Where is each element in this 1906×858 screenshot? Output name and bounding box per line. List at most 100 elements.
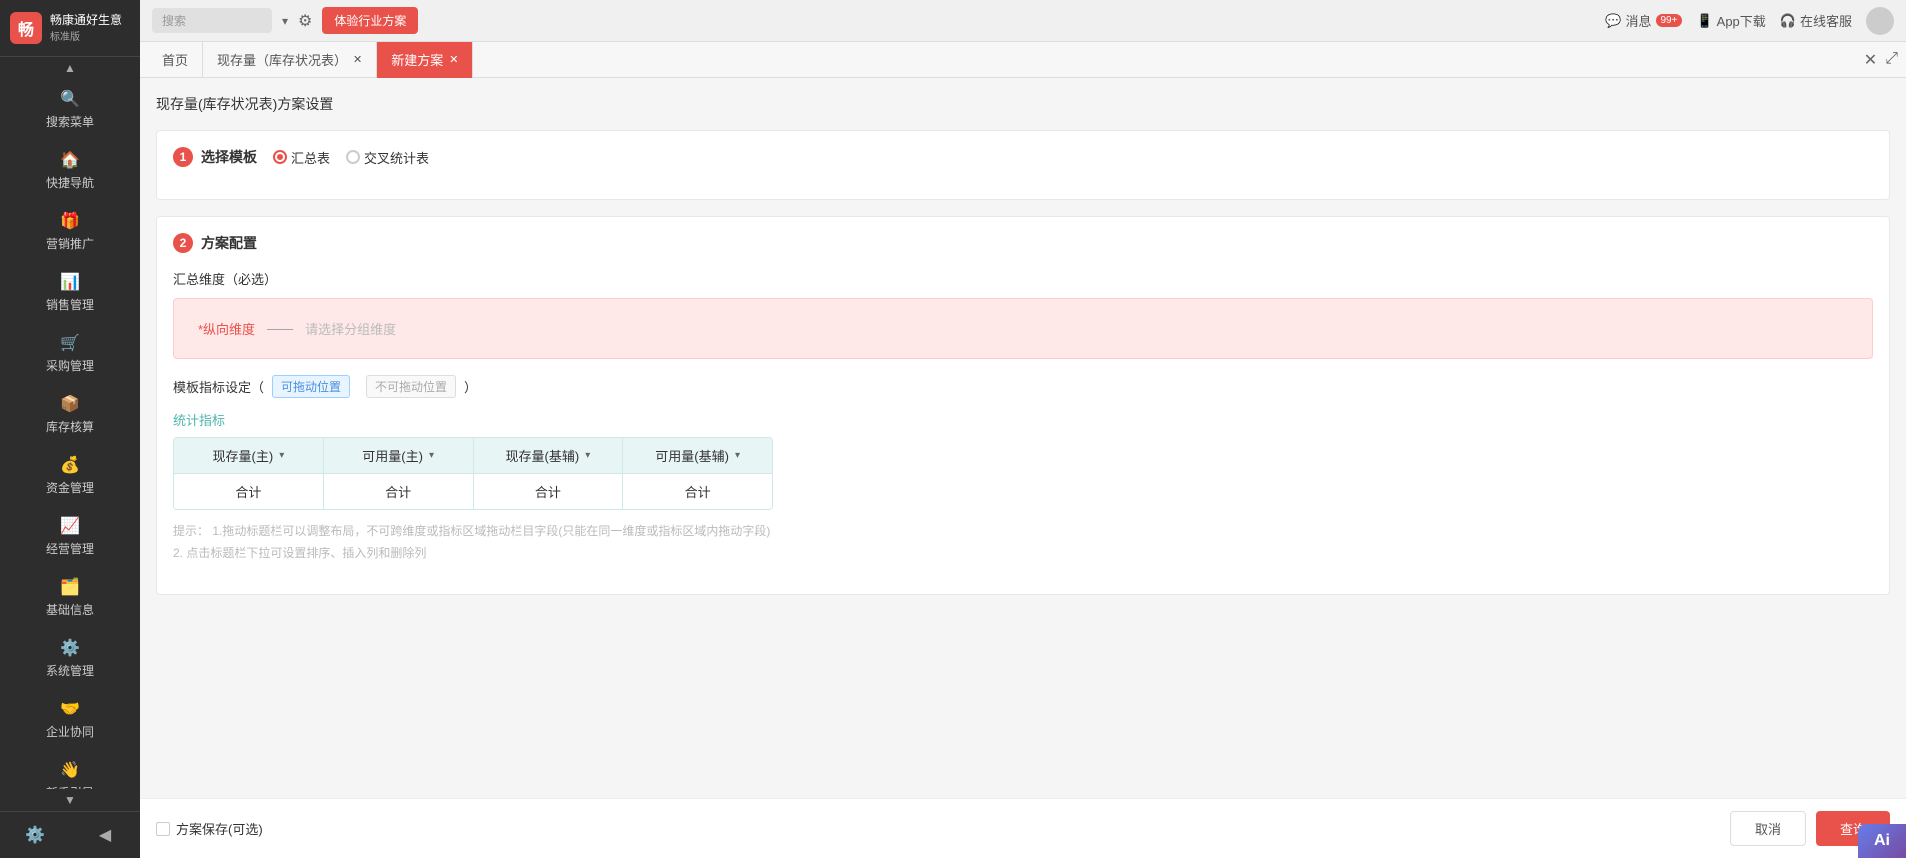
- box-icon: 📦: [60, 394, 80, 414]
- stats-col-0[interactable]: 现存量(主) ▾: [174, 438, 324, 473]
- tab-new-plan-close-icon[interactable]: ✕: [449, 53, 458, 66]
- stats-cell-0-0: 合计: [174, 474, 324, 509]
- folder-icon: 🗂️: [60, 577, 80, 597]
- sidebar-item-operations[interactable]: 📈 经营管理: [0, 506, 140, 567]
- sidebar-scroll-up[interactable]: ▲: [0, 57, 140, 79]
- stats-table: 现存量(主) ▾ 可用量(主) ▾ 现存量(基辅) ▾ 可用量(基辅): [173, 437, 773, 510]
- col-arrow-0: ▾: [279, 450, 284, 461]
- stats-title: 统计指标: [173, 410, 1873, 429]
- topbar-gear-icon[interactable]: ⚙: [298, 11, 312, 31]
- stats-cell-0-2: 合计: [474, 474, 624, 509]
- stats-col-2[interactable]: 现存量(基辅) ▾: [474, 438, 624, 473]
- save-option[interactable]: 方案保存(可选): [156, 819, 263, 838]
- sidebar-item-label: 快捷导航: [46, 174, 94, 191]
- step1-title: 选择模板: [201, 147, 257, 167]
- tab-expand-icon[interactable]: ⤢: [1885, 50, 1898, 70]
- sidebar: 畅 畅康通好生意 标准版 ▲ 🔍 搜索菜单 🏠 快捷导航 🎁 营销推广 📊 销售…: [0, 0, 140, 858]
- stats-col-3[interactable]: 可用量(基辅) ▾: [623, 438, 772, 473]
- tab-new-plan[interactable]: 新建方案 ✕: [377, 42, 473, 78]
- money-icon: 💰: [60, 455, 80, 475]
- tip-item-1: 2. 点击标题栏下拉可设置排序、插入列和删除列: [173, 544, 1873, 562]
- dimension-placeholder: 请选择分组维度: [305, 319, 396, 338]
- indicator-label-prefix: 模板指标设定（: [173, 380, 264, 395]
- app-logo-icon: 畅: [10, 12, 42, 44]
- sidebar-item-finance[interactable]: 💰 资金管理: [0, 445, 140, 506]
- topbar-dropdown[interactable]: ▾: [282, 14, 288, 28]
- sidebar-item-label: 营销推广: [46, 235, 94, 252]
- step2-header: 2 方案配置: [173, 233, 1873, 253]
- col-arrow-2: ▾: [585, 450, 590, 461]
- cancel-button[interactable]: 取消: [1730, 811, 1806, 846]
- step2-title: 方案配置: [201, 233, 257, 253]
- sidebar-item-label: 搜索菜单: [46, 113, 94, 130]
- sidebar-settings-button[interactable]: ⚙️: [20, 820, 50, 850]
- sidebar-item-label: 企业协同: [46, 723, 94, 740]
- radio-cross[interactable]: 交叉统计表: [346, 148, 429, 167]
- sidebar-item-base-info[interactable]: 🗂️ 基础信息: [0, 567, 140, 628]
- cart-icon: 🛒: [60, 333, 80, 353]
- chart-icon: 📊: [60, 272, 80, 292]
- radio-summary[interactable]: 汇总表: [273, 148, 330, 167]
- sidebar-item-label: 资金管理: [46, 479, 94, 496]
- sidebar-item-inventory[interactable]: 📦 库存核算: [0, 384, 140, 445]
- stats-cell-0-3: 合计: [623, 474, 772, 509]
- template-radio-group: 汇总表 交叉统计表: [273, 148, 429, 167]
- non-draggable-tag: 不可拖动位置: [366, 375, 456, 398]
- sidebar-item-label: 系统管理: [46, 662, 94, 679]
- home-icon: 🏠: [60, 150, 80, 170]
- sidebar-item-sales[interactable]: 📊 销售管理: [0, 262, 140, 323]
- stats-cell-0-1: 合计: [324, 474, 474, 509]
- online-service-label: 在线客服: [1800, 11, 1852, 30]
- stats-col-3-label: 可用量(基辅): [655, 446, 729, 465]
- industry-plan-button[interactable]: 体验行业方案: [322, 7, 418, 34]
- sidebar-item-label: 库存核算: [46, 418, 94, 435]
- tab-close-all-icon[interactable]: ✕: [1864, 50, 1877, 70]
- save-checkbox[interactable]: [156, 822, 170, 836]
- tab-inventory-label: 现存量（库存状况表）: [217, 50, 347, 69]
- sidebar-item-marketing[interactable]: 🎁 营销推广: [0, 201, 140, 262]
- sidebar-item-enterprise[interactable]: 🤝 企业协同: [0, 689, 140, 750]
- app-download-label: App下载: [1717, 11, 1766, 30]
- main-area: 搜索 ▾ ⚙ 体验行业方案 💬 消息 99+ 📱 App下载 🎧 在线客服: [140, 0, 1906, 858]
- stats-section: 统计指标 现存量(主) ▾ 可用量(主) ▾ 现存量(基辅): [173, 410, 1873, 510]
- dimension-section-label: 汇总维度（必选）: [173, 269, 1873, 288]
- dimension-box[interactable]: *纵向维度 —— 请选择分组维度: [173, 298, 1873, 359]
- sidebar-menu: 🔍 搜索菜单 🏠 快捷导航 🎁 营销推广 📊 销售管理 🛒 采购管理 📦 库存核…: [0, 79, 140, 789]
- sidebar-item-search[interactable]: 🔍 搜索菜单: [0, 79, 140, 140]
- step2-section: 2 方案配置 汇总维度（必选） *纵向维度 —— 请选择分组维度 模板指标设定（…: [156, 216, 1890, 595]
- sidebar-item-label: 采购管理: [46, 357, 94, 374]
- notifications-item[interactable]: 💬 消息 99+: [1605, 11, 1682, 30]
- indicator-settings-label: 模板指标设定（: [173, 377, 264, 396]
- step1-number: 1: [173, 147, 193, 167]
- bell-icon: 💬: [1605, 13, 1621, 29]
- sidebar-item-system[interactable]: ⚙️ 系统管理: [0, 628, 140, 689]
- tab-home[interactable]: 首页: [148, 42, 203, 78]
- radio-summary-label: 汇总表: [291, 148, 330, 167]
- sidebar-collapse-button[interactable]: ◀: [90, 820, 120, 850]
- tab-home-label: 首页: [162, 50, 188, 69]
- radio-cross-dot: [346, 150, 360, 164]
- sidebar-scroll-down[interactable]: ▼: [0, 789, 140, 811]
- step1-header: 1 选择模板 汇总表 交叉统计表: [173, 147, 1873, 167]
- app-download-item[interactable]: 📱 App下载: [1696, 11, 1765, 30]
- tip-item-0: 提示： 1.拖动标题栏可以调整布局，不可跨维度或指标区域拖动栏目字段(只能在同一…: [173, 522, 1873, 540]
- sidebar-item-purchase[interactable]: 🛒 采购管理: [0, 323, 140, 384]
- tabs-bar: 首页 现存量（库存状况表） ✕ 新建方案 ✕ ✕ ⤢: [140, 42, 1906, 78]
- tab-inventory-close-icon[interactable]: ✕: [353, 53, 362, 66]
- tab-inventory[interactable]: 现存量（库存状况表） ✕: [203, 42, 377, 78]
- indicator-settings: 模板指标设定（ 可拖动位置 不可拖动位置 ）: [173, 375, 1873, 398]
- ai-button[interactable]: Ai: [1858, 824, 1906, 858]
- sidebar-item-quick-nav[interactable]: 🏠 快捷导航: [0, 140, 140, 201]
- vertical-dimension-label: *纵向维度: [198, 319, 255, 338]
- ops-icon: 📈: [60, 516, 80, 536]
- topbar-left: 搜索 ▾ ⚙ 体验行业方案: [152, 7, 418, 34]
- app-name: 畅康通好生意: [50, 13, 122, 29]
- stats-col-1[interactable]: 可用量(主) ▾: [324, 438, 474, 473]
- tips-section: 提示： 1.拖动标题栏可以调整布局，不可跨维度或指标区域拖动栏目字段(只能在同一…: [173, 522, 1873, 562]
- user-avatar[interactable]: [1866, 7, 1894, 35]
- online-service-item[interactable]: 🎧 在线客服: [1780, 11, 1852, 30]
- topbar-right: 💬 消息 99+ 📱 App下载 🎧 在线客服: [1605, 7, 1894, 35]
- wave-icon: 👋: [60, 760, 80, 780]
- notifications-label: 消息: [1625, 11, 1651, 30]
- sidebar-item-new-guide[interactable]: 👋 新手引导: [0, 750, 140, 789]
